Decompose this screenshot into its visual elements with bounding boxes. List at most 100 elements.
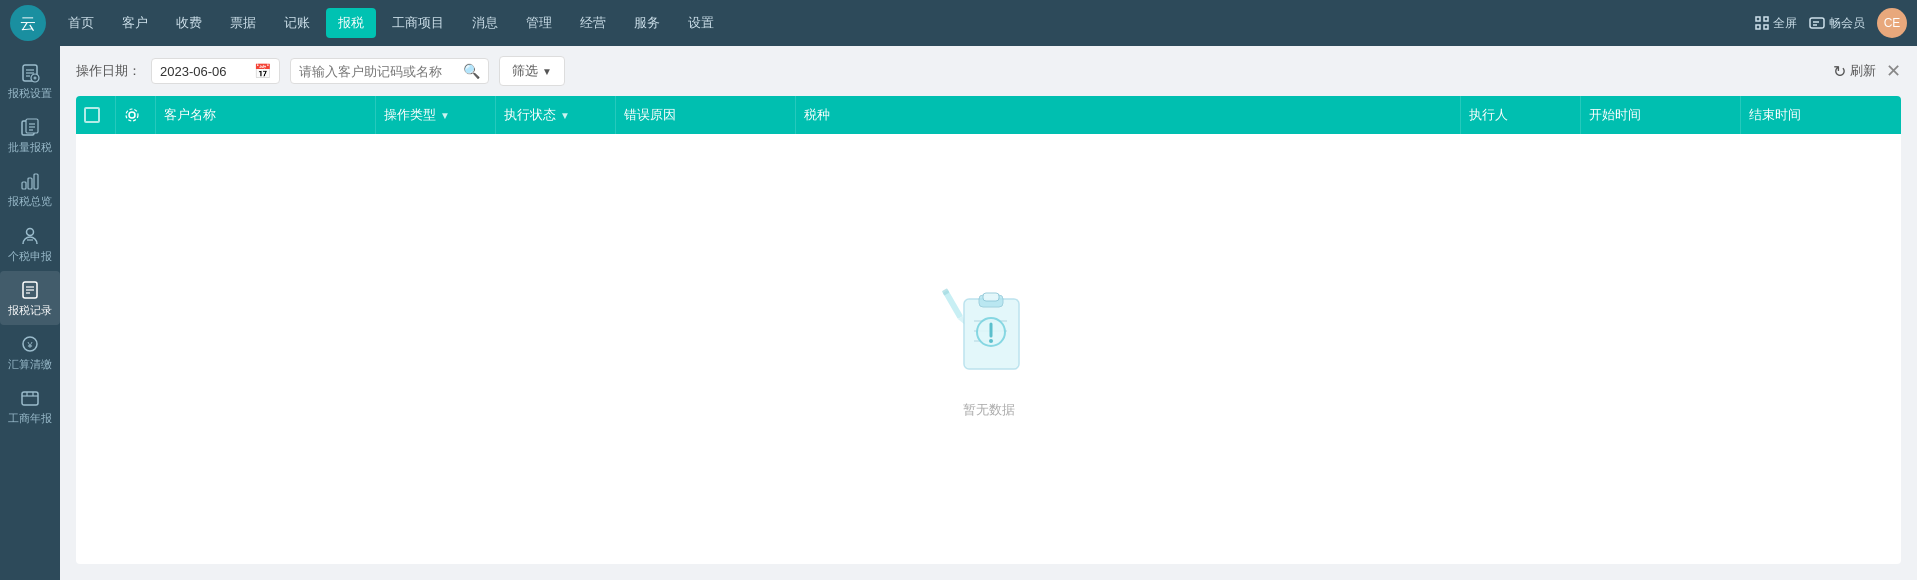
th-operation-type: 操作类型 ▼ — [376, 96, 496, 134]
svg-rect-17 — [26, 119, 38, 133]
th-start-time-label: 开始时间 — [1589, 106, 1641, 124]
nav-item-invoice[interactable]: 票据 — [218, 8, 268, 38]
personal-tax-icon — [19, 225, 41, 247]
svg-rect-43 — [983, 293, 999, 301]
sidebar-item-personal-tax-label: 个税申报 — [8, 250, 52, 263]
svg-rect-5 — [1764, 25, 1768, 29]
tax-records-icon — [19, 279, 41, 301]
calendar-icon: 📅 — [254, 63, 271, 79]
th-tax-type: 税种 — [796, 96, 1461, 134]
sidebar-item-annual-report-label: 工商年报 — [8, 412, 52, 425]
fullscreen-button[interactable]: 全屏 — [1755, 15, 1797, 32]
sort-icon-status: ▼ — [560, 110, 570, 121]
table-header: 客户名称 操作类型 ▼ 执行状态 ▼ 错误原因 税种 执行人 — [76, 96, 1901, 134]
nav-item-customer[interactable]: 客户 — [110, 8, 160, 38]
th-execution-status-label: 执行状态 — [504, 106, 556, 124]
svg-rect-2 — [1756, 17, 1760, 21]
avatar[interactable]: CE — [1877, 8, 1907, 38]
table-container: 客户名称 操作类型 ▼ 执行状态 ▼ 错误原因 税种 执行人 — [76, 96, 1901, 564]
nav-item-home[interactable]: 首页 — [56, 8, 106, 38]
content-area: 操作日期： 📅 🔍 筛选 ▼ ↻ 刷新 ✕ — [60, 46, 1917, 580]
th-operation-type-label: 操作类型 — [384, 106, 436, 124]
sidebar-item-tax-overview[interactable]: 报税总览 — [0, 162, 60, 216]
svg-point-49 — [989, 339, 993, 343]
top-nav: 云 首页 客户 收费 票据 记账 报税 工商项目 消息 管理 经营 服务 设置 … — [0, 0, 1917, 46]
search-icon[interactable]: 🔍 — [463, 63, 480, 79]
svg-text:云: 云 — [20, 15, 36, 32]
svg-text:¥: ¥ — [26, 340, 33, 350]
th-error-reason: 错误原因 — [616, 96, 796, 134]
nav-item-bookkeeping[interactable]: 记账 — [272, 8, 322, 38]
logo[interactable]: 云 — [10, 5, 46, 41]
fullscreen-label: 全屏 — [1773, 15, 1797, 32]
svg-rect-4 — [1756, 25, 1760, 29]
empty-illustration — [939, 279, 1039, 389]
filter-button[interactable]: 筛选 ▼ — [499, 56, 565, 86]
toolbar: 操作日期： 📅 🔍 筛选 ▼ ↻ 刷新 ✕ — [60, 46, 1917, 96]
member-button[interactable]: 畅会员 — [1809, 15, 1865, 32]
search-input[interactable] — [299, 64, 459, 79]
th-settings[interactable] — [116, 96, 156, 134]
tax-overview-icon — [19, 170, 41, 192]
nav-item-billing[interactable]: 收费 — [164, 8, 214, 38]
th-end-time-label: 结束时间 — [1749, 106, 1801, 124]
settings-icon — [124, 107, 140, 123]
th-error-reason-label: 错误原因 — [624, 106, 676, 124]
close-button[interactable]: ✕ — [1886, 62, 1901, 80]
nav-item-operation[interactable]: 经营 — [568, 8, 618, 38]
chevron-down-icon: ▼ — [542, 66, 552, 77]
refresh-icon: ↻ — [1833, 62, 1846, 81]
settlement-icon: ¥ — [19, 333, 41, 355]
sidebar-item-tax-records-label: 报税记录 — [8, 304, 52, 317]
sort-icon-operation: ▼ — [440, 110, 450, 121]
th-executor-label: 执行人 — [1469, 106, 1508, 124]
sidebar-item-tax-settings-label: 报税设置 — [8, 87, 52, 100]
svg-rect-22 — [28, 178, 32, 189]
nav-items: 首页 客户 收费 票据 记账 报税 工商项目 消息 管理 经营 服务 设置 — [56, 8, 1755, 38]
refresh-label: 刷新 — [1850, 62, 1876, 80]
member-icon — [1809, 15, 1825, 31]
th-executor: 执行人 — [1461, 96, 1581, 134]
th-tax-type-label: 税种 — [804, 106, 830, 124]
svg-rect-6 — [1810, 18, 1824, 28]
nav-item-settings[interactable]: 设置 — [676, 8, 726, 38]
nav-item-tax[interactable]: 报税 — [326, 8, 376, 38]
th-customer-name: 客户名称 — [156, 96, 376, 134]
sidebar-item-tax-settings[interactable]: 报税设置 — [0, 54, 60, 108]
sidebar-item-tax-overview-label: 报税总览 — [8, 195, 52, 208]
fullscreen-icon — [1755, 16, 1769, 30]
table-body: 暂无数据 — [76, 134, 1901, 564]
sidebar-item-personal-tax[interactable]: 个税申报 — [0, 217, 60, 271]
header-checkbox[interactable] — [84, 107, 100, 123]
svg-rect-23 — [34, 174, 38, 189]
tax-settings-icon — [19, 62, 41, 84]
nav-item-service[interactable]: 服务 — [622, 8, 672, 38]
svg-rect-21 — [22, 182, 26, 189]
date-label: 操作日期： — [76, 62, 141, 80]
sidebar-item-batch-tax[interactable]: 批量报税 — [0, 108, 60, 162]
sidebar-item-settlement[interactable]: ¥ 汇算清缴 — [0, 325, 60, 379]
th-customer-name-label: 客户名称 — [164, 106, 216, 124]
nav-item-messages[interactable]: 消息 — [460, 8, 510, 38]
search-wrapper: 🔍 — [290, 58, 489, 84]
date-input[interactable] — [160, 64, 250, 79]
annual-report-icon — [19, 387, 41, 409]
main-layout: 报税设置 批量报税 报税总览 — [0, 46, 1917, 580]
empty-text: 暂无数据 — [963, 401, 1015, 419]
nav-right: 全屏 畅会员 CE — [1755, 8, 1907, 38]
th-checkbox[interactable] — [76, 96, 116, 134]
sidebar-item-batch-tax-label: 批量报税 — [8, 141, 52, 154]
svg-point-37 — [126, 109, 138, 121]
member-label: 畅会员 — [1829, 15, 1865, 32]
sidebar-item-settlement-label: 汇算清缴 — [8, 358, 52, 371]
svg-point-24 — [27, 228, 34, 235]
nav-item-manage[interactable]: 管理 — [514, 8, 564, 38]
date-input-wrapper[interactable]: 📅 — [151, 58, 280, 84]
sidebar-item-tax-records[interactable]: 报税记录 — [0, 271, 60, 325]
sidebar-item-annual-report[interactable]: 工商年报 — [0, 379, 60, 433]
refresh-button[interactable]: ↻ 刷新 — [1833, 62, 1876, 81]
nav-item-commerce[interactable]: 工商项目 — [380, 8, 456, 38]
svg-rect-32 — [22, 392, 38, 405]
th-start-time: 开始时间 — [1581, 96, 1741, 134]
empty-state: 暂无数据 — [899, 239, 1079, 459]
